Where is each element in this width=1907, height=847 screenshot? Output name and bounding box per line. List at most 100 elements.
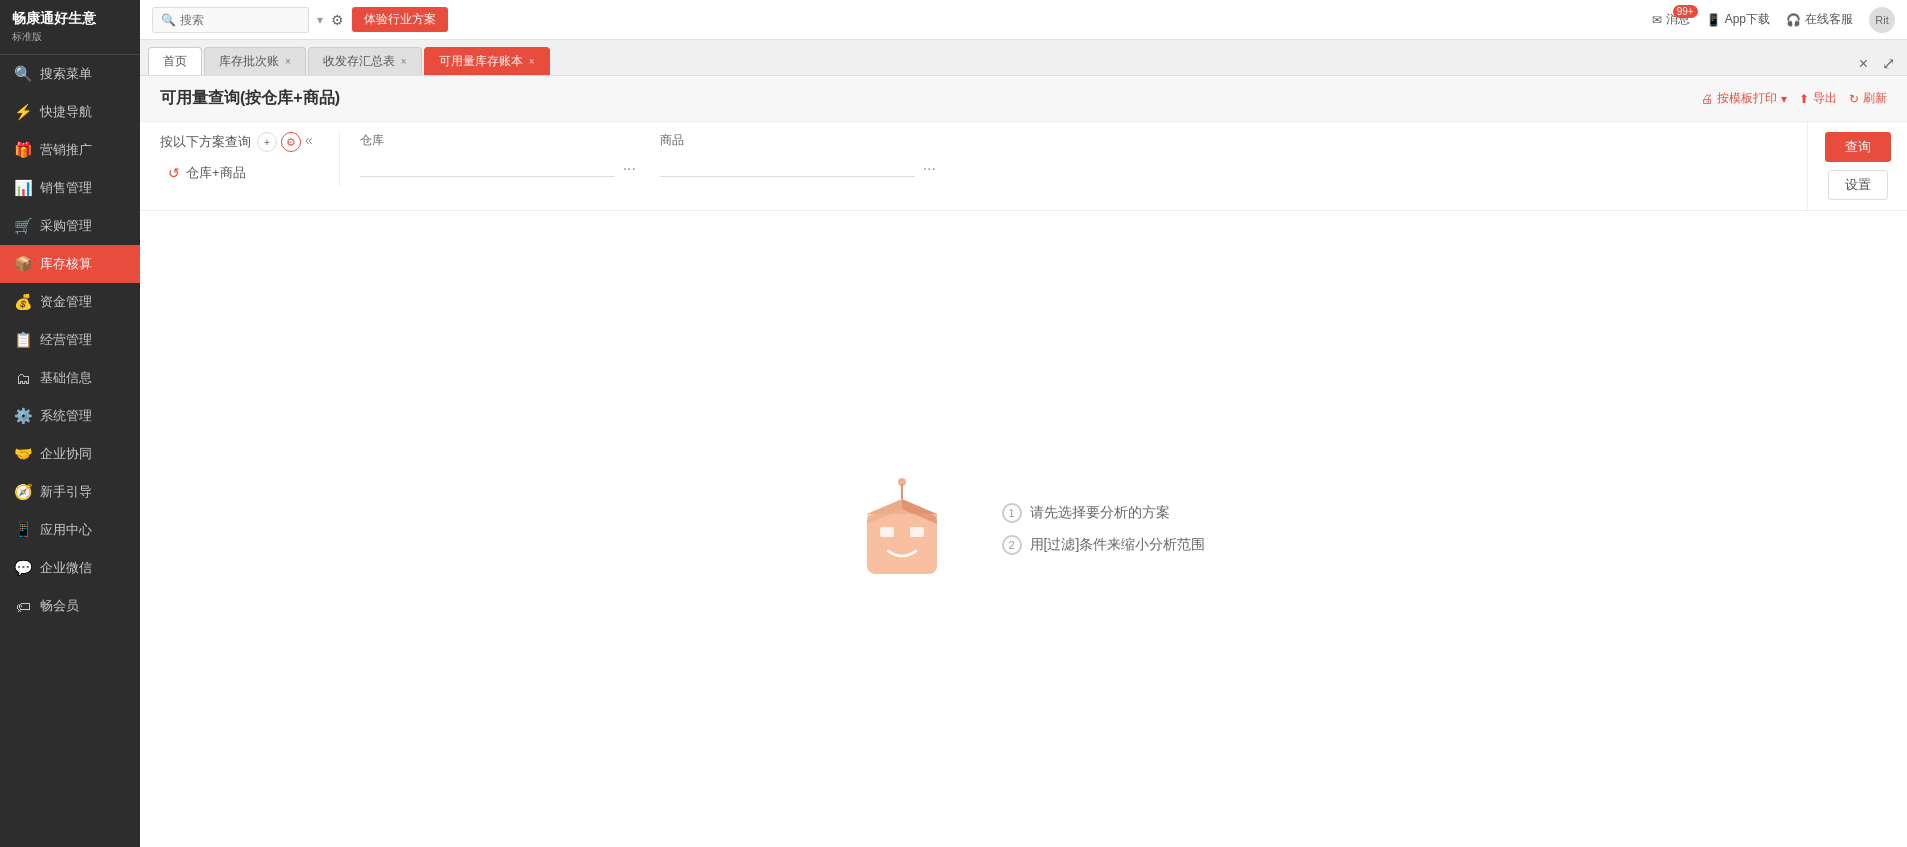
settings-button[interactable]: 设置 [1828,170,1888,200]
warehouse-field-label: 仓库 [360,132,640,149]
sidebar-item-label: 营销推广 [40,141,92,159]
page-header: 可用量查询(按仓库+商品) 🖨 按模板打印 ▾ ⬆ 导出 ↻ 刷新 [140,76,1907,122]
sidebar-item-label: 系统管理 [40,407,92,425]
scheme-option-warehouse-goods[interactable]: ↺ 仓库+商品 [160,160,323,186]
tab-stock-summary-label: 收发存汇总表 [323,53,395,70]
avatar: Rit [1869,7,1895,33]
scheme-header-actions: + ⚙ « [257,132,313,152]
sidebar-item-label: 资金管理 [40,293,92,311]
tab-batch-close-icon[interactable]: × [285,56,291,67]
goods-dots-button[interactable]: ... [919,156,940,174]
warehouse-dots-button[interactable]: ... [619,156,640,174]
cart-icon: 🛒 [14,217,32,235]
export-button[interactable]: ⬆ 导出 [1799,90,1837,107]
sidebar-item-label: 销售管理 [40,179,92,197]
sidebar-item-label: 畅会员 [40,597,79,615]
sidebar-item-purchase[interactable]: 🛒 采购管理 [0,207,140,245]
svg-rect-4 [880,527,894,537]
settings-icon[interactable]: ⚙ [331,12,344,28]
sidebar-item-wechat[interactable]: 💬 企业微信 [0,549,140,587]
sidebar-item-operations[interactable]: 📋 经营管理 [0,321,140,359]
warehouse-input[interactable] [360,153,615,177]
warehouse-input-row: ... [360,153,640,177]
app-download-button[interactable]: 📱 App下载 [1706,11,1770,28]
trial-button[interactable]: 体验行业方案 [352,7,448,32]
tab-close-button[interactable]: × [1855,53,1872,75]
refresh-icon: ↻ [1849,92,1859,106]
app-download-label: App下载 [1725,11,1770,28]
tab-stock-summary[interactable]: 收发存汇总表 × [308,47,422,75]
sidebar-item-apps[interactable]: 📱 应用中心 [0,511,140,549]
tab-home-label: 首页 [163,53,187,70]
empty-state: 1 请先选择要分析的方案 2 用[过滤]条件来缩小分析范围 [140,211,1907,847]
sidebar-item-member[interactable]: 🏷 畅会员 [0,587,140,625]
edit-scheme-button[interactable]: ⚙ [281,132,301,152]
app-download-icon: 📱 [1706,13,1721,27]
sidebar-item-sales[interactable]: 📊 销售管理 [0,169,140,207]
add-scheme-button[interactable]: + [257,132,277,152]
topbar-right: ✉ 消息 99+ 📱 App下载 🎧 在线客服 Rit [1652,7,1895,33]
sidebar-item-enterprise[interactable]: 🤝 企业协同 [0,435,140,473]
tab-home[interactable]: 首页 [148,47,202,75]
sidebar-item-label: 新手引导 [40,483,92,501]
message-icon: ✉ [1652,13,1662,27]
search-icon: 🔍 [14,65,32,83]
sidebar-item-label: 搜索菜单 [40,65,92,83]
message-button[interactable]: ✉ 消息 99+ [1652,11,1690,28]
empty-hint-2: 2 用[过滤]条件来缩小分析范围 [1002,535,1206,555]
sidebar-item-label: 企业协同 [40,445,92,463]
tab-expand-button[interactable]: ⤢ [1878,52,1899,75]
sidebar-item-finance[interactable]: 💰 资金管理 [0,283,140,321]
sidebar: 畅康通好生意 标准版 🔍 搜索菜单 ⚡ 快捷导航 🎁 营销推广 📊 销售管理 🛒… [0,0,140,847]
refresh-button[interactable]: ↻ 刷新 [1849,90,1887,107]
page-content: 可用量查询(按仓库+商品) 🖨 按模板打印 ▾ ⬆ 导出 ↻ 刷新 [140,76,1907,847]
topbar-search-box[interactable]: 🔍 [152,7,309,33]
query-button[interactable]: 查询 [1825,132,1891,162]
headset-icon: 🎧 [1786,13,1801,27]
tab-available[interactable]: 可用量库存账本 × [424,47,550,75]
hint-number-1: 1 [1002,503,1022,523]
hint-number-2: 2 [1002,535,1022,555]
sidebar-item-label: 采购管理 [40,217,92,235]
goods-input-row: ... [660,153,940,177]
print-chevron-icon: ▾ [1781,92,1787,106]
sidebar-item-newbie[interactable]: 🧭 新手引导 [0,473,140,511]
user-avatar[interactable]: Rit [1869,7,1895,33]
search-input[interactable] [180,13,300,27]
goods-input[interactable] [660,153,915,177]
message-badge: 99+ [1673,5,1698,18]
scheme-option-label: 仓库+商品 [186,164,246,182]
tab-available-close-icon[interactable]: × [529,56,535,67]
sidebar-item-shortcut[interactable]: ⚡ 快捷导航 [0,93,140,131]
sidebar-item-search[interactable]: 🔍 搜索菜单 [0,55,140,93]
hint-text-2: 用[过滤]条件来缩小分析范围 [1030,536,1206,554]
sidebar-item-marketing[interactable]: 🎁 营销推广 [0,131,140,169]
sidebar-item-inventory[interactable]: 📦 库存核算 [0,245,140,283]
sidebar-logo: 畅康通好生意 标准版 [12,10,128,44]
page-header-actions: 🖨 按模板打印 ▾ ⬆ 导出 ↻ 刷新 [1701,90,1887,107]
money-icon: 💰 [14,293,32,311]
tab-batch[interactable]: 库存批次账 × [204,47,306,75]
hint-text-1: 请先选择要分析的方案 [1030,504,1170,522]
print-label: 按模板打印 [1717,90,1777,107]
action-buttons-panel: 查询 设置 [1807,122,1907,211]
goods-field-label: 商品 [660,132,940,149]
collapse-icon[interactable]: « [305,132,313,152]
filter-panel: 按以下方案查询 + ⚙ « ↺ 仓库+商品 [140,122,1807,211]
sidebar-item-label: 企业微信 [40,559,92,577]
sidebar-item-label: 库存核算 [40,255,92,273]
clipboard-icon: 📋 [14,331,32,349]
tab-stock-summary-close-icon[interactable]: × [401,56,407,67]
sidebar-item-label: 经营管理 [40,331,92,349]
export-label: 导出 [1813,90,1837,107]
dropdown-chevron-icon[interactable]: ▾ [317,13,323,27]
online-service-button[interactable]: 🎧 在线客服 [1786,11,1853,28]
print-button[interactable]: 🖨 按模板打印 ▾ [1701,90,1787,107]
sidebar-item-system[interactable]: ⚙️ 系统管理 [0,397,140,435]
filter-fields: 仓库 ... 商品 ... [340,132,1787,177]
sidebar-item-basic[interactable]: 🗂 基础信息 [0,359,140,397]
compass-icon: 🧭 [14,483,32,501]
user-label: Rit [1875,14,1888,26]
svg-rect-5 [910,527,924,537]
page-title: 可用量查询(按仓库+商品) [160,88,340,109]
